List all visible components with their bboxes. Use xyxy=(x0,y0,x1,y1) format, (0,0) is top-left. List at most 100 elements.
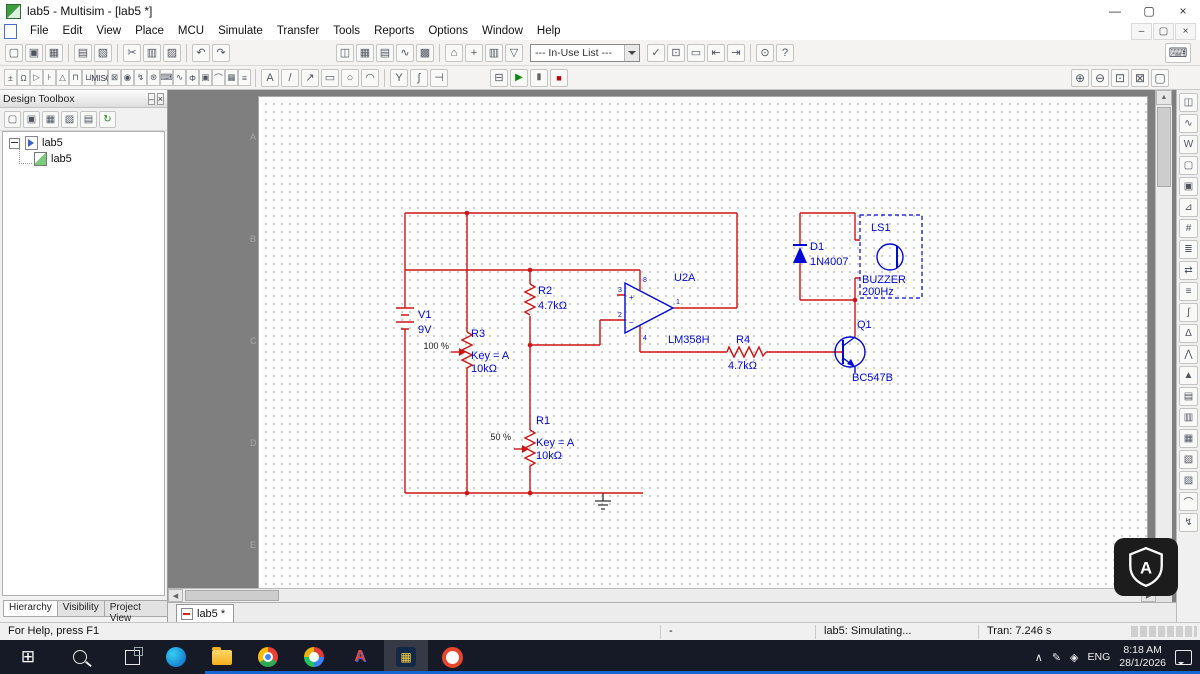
back-annotate-icon[interactable]: ⇤ xyxy=(707,43,725,62)
help-icon[interactable]: ? xyxy=(776,43,794,62)
logic-analyzer-icon[interactable]: ≡ xyxy=(1179,282,1198,301)
tab-hierarchy[interactable]: Hierarchy xyxy=(3,600,58,617)
menu-tools[interactable]: Tools xyxy=(326,25,367,37)
diode-components-icon[interactable]: ▷ xyxy=(30,69,43,86)
tektronix-oscilloscope-icon[interactable]: ▧ xyxy=(1179,450,1198,469)
u2a-part-label[interactable]: LM358H xyxy=(668,334,710,346)
dropdown-arrow-icon[interactable] xyxy=(624,44,639,61)
pause-simulation-button[interactable]: Ⅱ xyxy=(530,68,548,87)
menu-file[interactable]: File xyxy=(23,25,56,37)
current-probe-icon[interactable]: ∫ xyxy=(410,68,428,87)
r2-resistor-symbol[interactable] xyxy=(523,283,537,316)
r2-ref-label[interactable]: R2 xyxy=(538,285,552,297)
r4-resistor-symbol[interactable] xyxy=(726,345,767,359)
multimeter-icon[interactable]: ◫ xyxy=(1179,93,1198,112)
spice-netlist-icon[interactable]: ▤ xyxy=(376,43,394,62)
spectrum-analyzer-icon[interactable]: ⋀ xyxy=(1179,345,1198,364)
schematic-canvas[interactable]: A B C D E V1 9V R3 100 % Key = A 10kΩ R2… xyxy=(168,90,1176,602)
print-preview-icon[interactable]: ▧ xyxy=(94,43,112,62)
ls1-ref-label[interactable]: LS1 xyxy=(871,222,891,234)
bus-icon[interactable]: ≡ xyxy=(238,69,251,86)
forward-annotate-icon[interactable]: ⇥ xyxy=(727,43,745,62)
basic-components-icon[interactable]: Ω xyxy=(17,69,30,86)
redo-icon[interactable]: ↷ xyxy=(212,43,230,62)
buzzer-symbol[interactable] xyxy=(876,243,904,271)
tree-item-lab5-root[interactable]: lab5 xyxy=(3,135,164,151)
mcu-components-icon[interactable]: ▦ xyxy=(225,69,238,86)
horizontal-scroll-thumb[interactable] xyxy=(185,590,279,601)
tray-chevron-icon[interactable]: ∧ xyxy=(1035,651,1043,664)
start-button[interactable]: ⊞ xyxy=(6,640,50,674)
scroll-left-button[interactable]: ◀ xyxy=(168,589,183,602)
advanced-peripherals-icon[interactable]: ⌨ xyxy=(160,69,173,86)
q1-ref-label[interactable]: Q1 xyxy=(857,319,872,331)
power-components-icon[interactable]: ↯ xyxy=(134,69,147,86)
mixed-components-icon[interactable]: ⊠ xyxy=(108,69,121,86)
vertical-scrollbar[interactable]: ▲ ▼ xyxy=(1155,90,1172,588)
r3-ref-label[interactable]: R3 xyxy=(471,328,485,340)
battery-symbol[interactable] xyxy=(396,307,414,330)
wattmeter-icon[interactable]: W xyxy=(1179,135,1198,154)
electromech-components-icon[interactable]: Φ xyxy=(186,69,199,86)
spreadsheet-view-icon[interactable]: ▦ xyxy=(356,43,374,62)
oscilloscope-icon[interactable]: ▢ xyxy=(1179,156,1198,175)
zoom-full-icon[interactable]: ▢ xyxy=(1151,68,1169,87)
save-icon[interactable]: ▦ xyxy=(45,43,63,62)
toolbox-save-icon[interactable]: ▦ xyxy=(42,110,59,128)
labview-instruments-icon[interactable]: ▨ xyxy=(1179,471,1198,490)
distortion-analyzer-icon[interactable]: Δ xyxy=(1179,324,1198,343)
misc-digital-components-icon[interactable]: MISC xyxy=(91,69,112,86)
component-r4-resistor[interactable]: R4 4.7kΩ xyxy=(726,334,767,372)
menu-mcu[interactable]: MCU xyxy=(171,25,211,37)
r1-ref-label[interactable]: R1 xyxy=(536,415,550,427)
menu-edit[interactable]: Edit xyxy=(56,25,90,37)
iv-analyzer-icon[interactable]: ∫ xyxy=(1179,303,1198,322)
action-center-icon[interactable] xyxy=(1175,649,1192,665)
zoom-fit-icon[interactable]: ⊠ xyxy=(1131,68,1149,87)
component-r2-resistor[interactable]: R2 4.7kΩ xyxy=(523,283,567,316)
taskbar-chrome-profile-icon[interactable] xyxy=(292,640,336,674)
toolbox-close-button[interactable]: × xyxy=(156,92,164,105)
tree-item-lab5-sheet[interactable]: lab5 xyxy=(3,148,164,167)
toolbox-close-file-icon[interactable]: ▨ xyxy=(61,110,78,128)
r1-percent-label[interactable]: 50 % xyxy=(490,432,511,442)
r4-value-label[interactable]: 4.7kΩ xyxy=(728,360,757,372)
sheet-tab-lab5[interactable]: lab5 * xyxy=(176,604,235,623)
zoom-area-icon[interactable]: ⊡ xyxy=(1111,68,1129,87)
task-view-button[interactable] xyxy=(110,640,154,674)
toolbox-new-icon[interactable]: ▢ xyxy=(4,110,21,128)
component-ls1-buzzer[interactable]: LS1 BUZZER 200Hz xyxy=(859,214,923,299)
place-arc-icon[interactable]: ◠ xyxy=(361,68,379,87)
place-ellipse-icon[interactable]: ○ xyxy=(341,68,359,87)
component-d1-diode[interactable]: D1 1N4007 xyxy=(793,241,849,268)
v1-ref-label[interactable]: V1 xyxy=(418,309,431,321)
menu-place[interactable]: Place xyxy=(128,25,171,37)
variants-icon[interactable]: ▽ xyxy=(505,43,523,62)
mdi-close-button[interactable]: × xyxy=(1175,22,1196,40)
ls1-freq-label[interactable]: 200Hz xyxy=(862,286,894,298)
grapher-icon[interactable]: ∿ xyxy=(396,43,414,62)
frequency-counter-icon[interactable]: # xyxy=(1179,219,1198,238)
place-text-icon[interactable]: A xyxy=(261,68,279,87)
component-v1-battery[interactable]: V1 9V xyxy=(396,307,432,336)
u2a-ref-label[interactable]: U2A xyxy=(674,272,696,284)
scroll-up-button[interactable]: ▲ xyxy=(1156,90,1172,105)
toolbox-folder-icon[interactable]: ▤ xyxy=(80,110,97,128)
close-button[interactable]: × xyxy=(1166,1,1200,22)
v1-value-label[interactable]: 9V xyxy=(418,324,432,336)
taskbar-chrome-icon[interactable] xyxy=(246,640,290,674)
undo-icon[interactable]: ↶ xyxy=(192,43,210,62)
word-generator-icon[interactable]: ≣ xyxy=(1179,240,1198,259)
menu-help[interactable]: Help xyxy=(530,25,568,37)
new-design-icon[interactable]: ▢ xyxy=(5,43,23,62)
maximize-button[interactable]: ▢ xyxy=(1132,1,1166,22)
r1-value-label[interactable]: 10kΩ xyxy=(536,450,562,462)
parent-sheet-icon[interactable]: ⌂ xyxy=(445,43,463,62)
component-ground[interactable] xyxy=(595,493,611,510)
component-r1-potentiometer[interactable]: R1 50 % Key = A 10kΩ xyxy=(490,415,575,468)
d1-part-label[interactable]: 1N4007 xyxy=(810,256,849,268)
taskbar-multisim-icon[interactable]: ▦ xyxy=(384,640,428,674)
misc-components-icon[interactable]: ⊛ xyxy=(147,69,160,86)
probe-settings-icon[interactable]: ↯ xyxy=(1179,513,1198,532)
zoom-in-icon[interactable]: ⊕ xyxy=(1071,68,1089,87)
